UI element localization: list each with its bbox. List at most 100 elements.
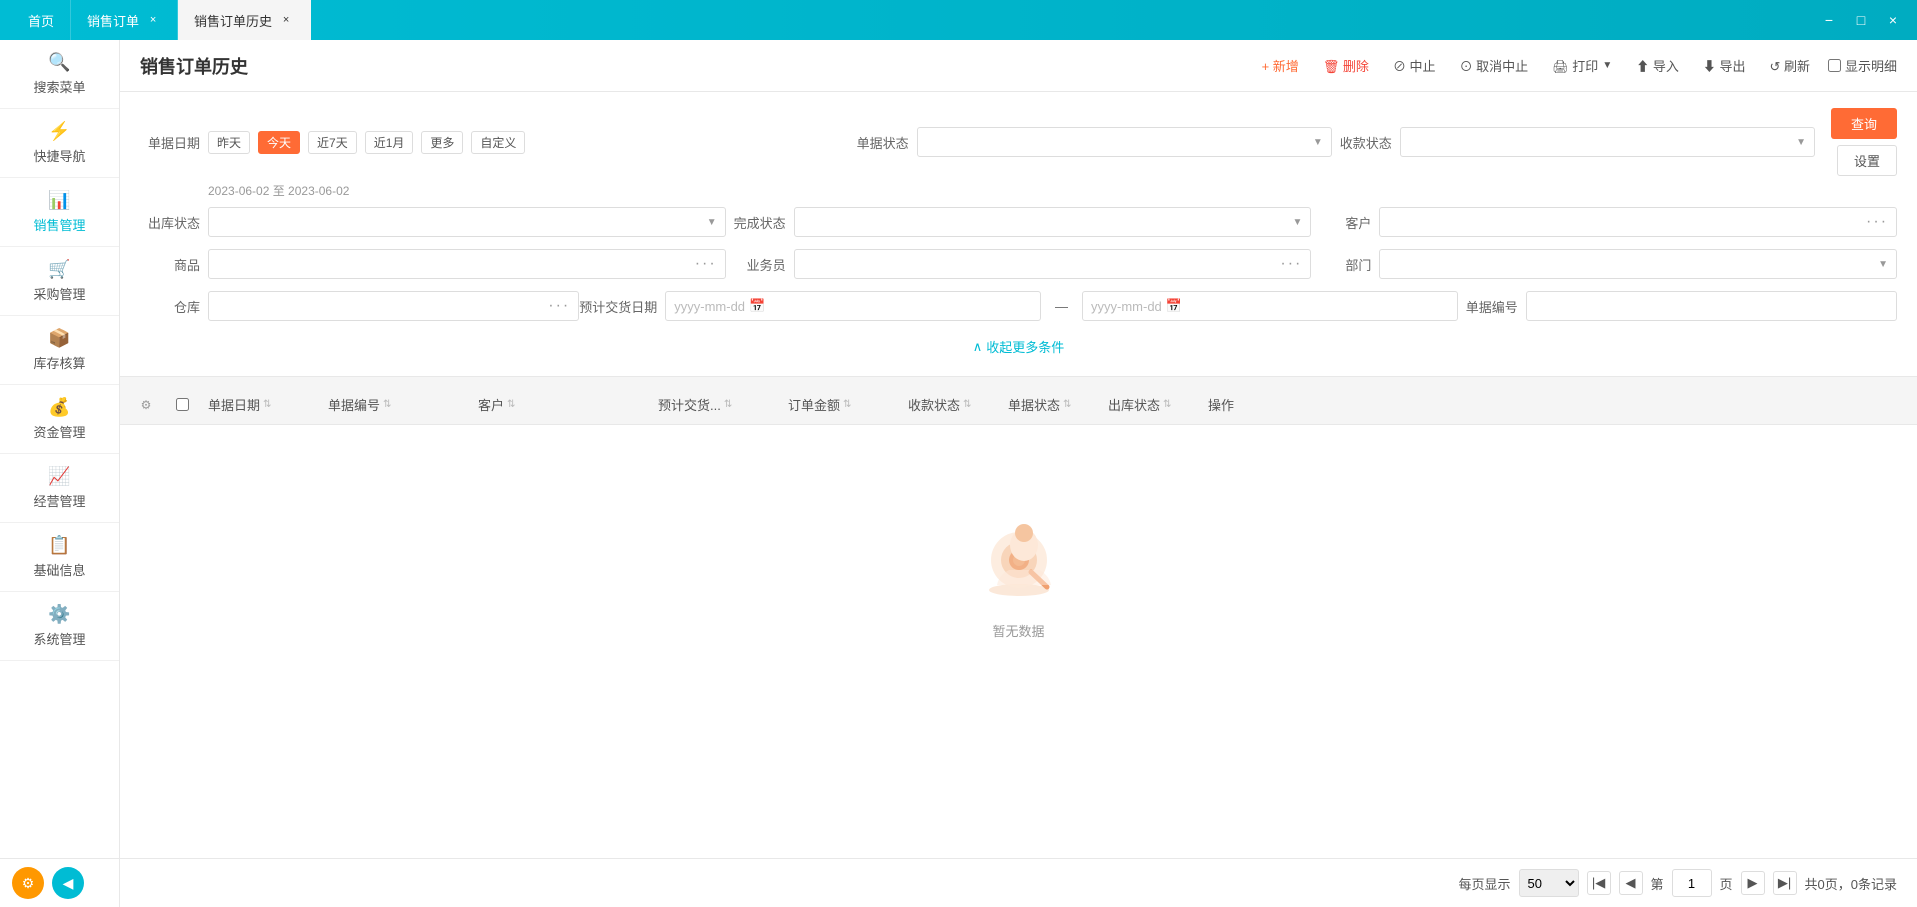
th-amount[interactable]: 订单金额 ⇅ xyxy=(780,395,900,414)
nav-icon: ⚡ xyxy=(48,121,70,142)
filter-product: 商品 ··· xyxy=(140,249,726,279)
date-quick-btns: 昨天 今天 近7天 近1月 更多 自定义 xyxy=(208,131,525,154)
page-first-btn[interactable]: |◀ xyxy=(1587,871,1611,895)
page-next-btn[interactable]: ▶ xyxy=(1741,871,1765,895)
th-date[interactable]: 单据日期 ⇅ xyxy=(200,395,320,414)
sidebar-item-basic[interactable]: 📋 基础信息 xyxy=(0,523,119,592)
table-area: ⚙ 单据日期 ⇅ 单据编号 ⇅ 客户 ⇅ 预计交货... xyxy=(120,385,1917,858)
refresh-btn[interactable]: ↺ 刷新 xyxy=(1763,52,1816,79)
show-detail-input[interactable] xyxy=(1828,59,1841,72)
outbound-status-label: 出库状态 xyxy=(140,213,200,232)
order-status-select[interactable]: ▼ xyxy=(917,127,1332,157)
warehouse-input[interactable]: ··· xyxy=(208,291,579,321)
payment-status-label: 收款状态 xyxy=(1332,133,1392,152)
filter-row-4: 仓库 ··· 预计交货日期 yyyy-mm-dd 📅 — yyyy-mm-dd … xyxy=(140,291,1897,321)
minimize-btn[interactable]: − xyxy=(1817,8,1841,32)
import-btn[interactable]: ⬆ 导入 xyxy=(1630,52,1685,79)
query-btn[interactable]: 查询 xyxy=(1831,108,1897,139)
sidebar-item-finance[interactable]: 💰 资金管理 xyxy=(0,385,119,454)
date-range-text: 2023-06-02 至 2023-06-02 xyxy=(208,184,349,198)
th-settings[interactable]: ⚙ xyxy=(128,398,164,412)
sidebar-settings-btn[interactable]: ⚙ xyxy=(12,867,44,899)
filter-order-num: 单据编号 xyxy=(1458,291,1897,321)
tab-home[interactable]: 首页 xyxy=(12,0,71,40)
th-outbound-status[interactable]: 出库状态 ⇅ xyxy=(1100,395,1200,414)
delete-btn[interactable]: 🗑 删除 xyxy=(1317,52,1375,79)
per-page-select[interactable]: 50 20 100 xyxy=(1519,869,1579,897)
sidebar-item-operation[interactable]: 📈 经营管理 xyxy=(0,454,119,523)
filter-row-3: 商品 ··· 业务员 ··· 部门 ▼ xyxy=(140,249,1897,279)
tab-sales-history[interactable]: 销售订单历史 × xyxy=(178,0,311,40)
stop-btn-label: ⊘ 中止 xyxy=(1393,56,1436,75)
date-yesterday-btn[interactable]: 昨天 xyxy=(208,131,250,154)
date-more-btn[interactable]: 更多 xyxy=(421,131,463,154)
close-btn[interactable]: × xyxy=(1881,8,1905,32)
sidebar-item-nav[interactable]: ⚡ 快捷导航 xyxy=(0,109,119,178)
complete-status-label: 完成状态 xyxy=(726,213,786,232)
date-7days-btn[interactable]: 近7天 xyxy=(308,131,357,154)
tab-sales-order[interactable]: 销售订单 × xyxy=(71,0,178,40)
order-status-label: 单据状态 xyxy=(849,133,909,152)
tab-sales-order-label: 销售订单 xyxy=(87,11,139,30)
complete-status-select[interactable]: ▼ xyxy=(794,207,1312,237)
delivery-date-label: 预计交货日期 xyxy=(579,297,657,316)
content-area: 销售订单历史 + 新增 🗑 删除 ⊘ 中止 ⊙ 取消中止 🖨 打印 ▼ xyxy=(120,40,1917,907)
customer-input[interactable]: ··· xyxy=(1379,207,1897,237)
salesperson-input[interactable]: ··· xyxy=(794,249,1312,279)
new-btn[interactable]: + 新增 xyxy=(1256,52,1305,79)
sidebar-item-purchase[interactable]: 🛒 采购管理 xyxy=(0,247,119,316)
settings-btn[interactable]: 设置 xyxy=(1837,145,1897,176)
salesperson-label: 业务员 xyxy=(726,255,786,274)
date-custom-btn[interactable]: 自定义 xyxy=(471,131,525,154)
collapse-bar[interactable]: ∧ 收起更多条件 xyxy=(140,333,1897,360)
sidebar-item-system[interactable]: ⚙️ 系统管理 xyxy=(0,592,119,661)
payment-status-select[interactable]: ▼ xyxy=(1400,127,1815,157)
th-customer[interactable]: 客户 ⇅ xyxy=(470,395,650,414)
th-delivery[interactable]: 预计交货... ⇅ xyxy=(650,395,780,414)
th-payment-sort-icon: ⇅ xyxy=(963,399,971,410)
show-detail-label: 显示明细 xyxy=(1845,56,1897,75)
print-btn[interactable]: 🖨 打印 ▼ xyxy=(1546,52,1618,79)
outbound-status-select[interactable]: ▼ xyxy=(208,207,726,237)
sidebar-item-operation-label: 经营管理 xyxy=(33,491,85,510)
sidebar-collapse-btn[interactable]: ◀ xyxy=(52,867,84,899)
total-label: 共0页，0条记录 xyxy=(1805,874,1897,893)
delivery-date-to[interactable]: yyyy-mm-dd 📅 xyxy=(1082,291,1458,321)
page-prev-btn[interactable]: ◀ xyxy=(1619,871,1643,895)
collapse-up-icon: ∧ xyxy=(973,339,983,355)
order-status-arrow-icon: ▼ xyxy=(1313,137,1323,148)
th-num-sort-icon: ⇅ xyxy=(383,399,391,410)
sidebar-item-basic-label: 基础信息 xyxy=(33,560,85,579)
th-num[interactable]: 单据编号 ⇅ xyxy=(320,395,470,414)
maximize-btn[interactable]: □ xyxy=(1849,8,1873,32)
sidebar-item-search[interactable]: 🔍 搜索菜单 xyxy=(0,40,119,109)
stop-btn[interactable]: ⊘ 中止 xyxy=(1387,52,1442,79)
sidebar-item-sales[interactable]: 📊 销售管理 xyxy=(0,178,119,247)
table-header: ⚙ 单据日期 ⇅ 单据编号 ⇅ 客户 ⇅ 预计交货... xyxy=(120,385,1917,425)
date-today-btn[interactable]: 今天 xyxy=(258,131,300,154)
page-last-btn[interactable]: ▶| xyxy=(1773,871,1797,895)
department-select[interactable]: ▼ xyxy=(1379,249,1897,279)
th-date-sort-icon: ⇅ xyxy=(263,399,271,410)
order-num-input[interactable] xyxy=(1526,291,1897,321)
system-icon: ⚙️ xyxy=(48,604,70,625)
product-input[interactable]: ··· xyxy=(208,249,726,279)
th-checkbox[interactable] xyxy=(164,398,200,411)
tab-sales-order-close[interactable]: × xyxy=(145,12,161,28)
sidebar-item-inventory[interactable]: 📦 库存核算 xyxy=(0,316,119,385)
export-btn[interactable]: ⬇ 导出 xyxy=(1697,52,1752,79)
page-input[interactable] xyxy=(1672,869,1712,897)
th-order-status[interactable]: 单据状态 ⇅ xyxy=(1000,395,1100,414)
delivery-date-from[interactable]: yyyy-mm-dd 📅 xyxy=(665,291,1041,321)
tab-sales-history-close[interactable]: × xyxy=(278,12,294,28)
show-detail-checkbox[interactable]: 显示明细 xyxy=(1828,56,1897,75)
th-payment-status[interactable]: 收款状态 ⇅ xyxy=(900,395,1000,414)
empty-text: 暂无数据 xyxy=(992,621,1044,640)
cancel-stop-btn[interactable]: ⊙ 取消中止 xyxy=(1454,52,1535,79)
date-1month-btn[interactable]: 近1月 xyxy=(365,131,414,154)
select-all-checkbox[interactable] xyxy=(176,398,189,411)
filter-row-2: 出库状态 ▼ 完成状态 ▼ 客户 ··· xyxy=(140,207,1897,237)
delete-btn-label: 🗑 删除 xyxy=(1323,56,1369,75)
th-action: 操作 xyxy=(1200,395,1909,414)
filter-salesperson: 业务员 ··· xyxy=(726,249,1312,279)
